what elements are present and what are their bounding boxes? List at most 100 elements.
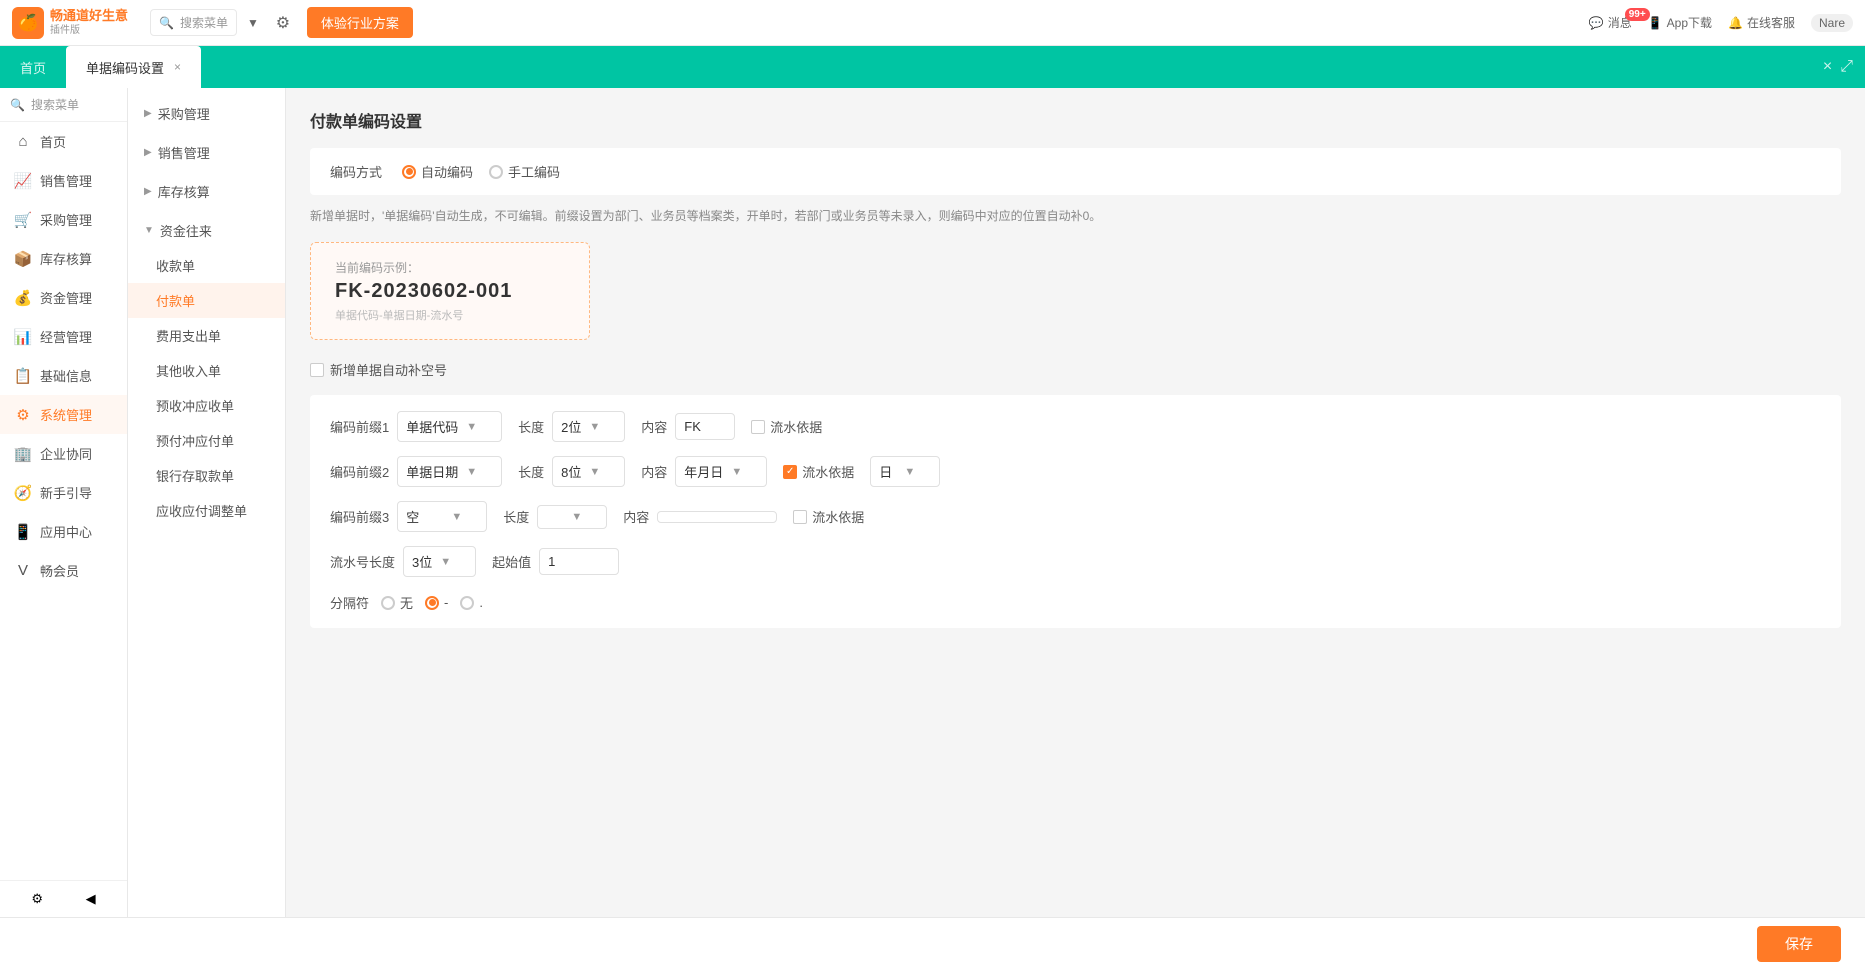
sidebar-item-purchase[interactable]: 🛒 采购管理 <box>0 200 127 239</box>
length3-select[interactable]: ▼ <box>537 505 607 529</box>
submenu-capital-label: 资金往来 <box>160 221 212 240</box>
sidebar-search[interactable]: 🔍 搜索菜单 <box>0 88 127 122</box>
sidebar-collapse-icon[interactable]: ◀ <box>86 891 96 907</box>
logo: 🍊 畅通道好生意 插件版 <box>12 7 140 39</box>
sidebar-item-guide[interactable]: 🧭 新手引导 <box>0 473 127 512</box>
prefix2-select[interactable]: 单据日期 ▼ <box>397 456 502 487</box>
sidebar-item-system[interactable]: ⚙ 系统管理 <box>0 395 127 434</box>
submenu-item-receipt[interactable]: 收款单 <box>128 248 285 283</box>
submenu-item-bank[interactable]: 银行存取款单 <box>128 458 285 493</box>
length3-arrow-icon: ▼ <box>571 511 582 523</box>
prefix2-arrow-icon: ▼ <box>466 466 477 478</box>
submenu-group-capital-header[interactable]: ▼ 资金往来 <box>128 213 285 248</box>
auto-fill-checkbox[interactable] <box>310 363 324 377</box>
sidebar-item-home[interactable]: ⌂ 首页 <box>0 122 127 161</box>
gear-button[interactable]: ⚙ <box>269 9 297 37</box>
save-button[interactable]: 保存 <box>1757 926 1841 962</box>
serial2-period-select[interactable]: 日 ▼ <box>870 456 940 487</box>
tabbar: 首页 单据编码设置 × × ⤢ <box>0 46 1865 88</box>
submenu-item-expense[interactable]: 费用支出单 <box>128 318 285 353</box>
finance-icon: 💰 <box>14 289 32 307</box>
prefix1-group: 编码前缀1 单据代码 ▼ <box>330 411 502 442</box>
tab-home[interactable]: 首页 <box>0 46 66 88</box>
member-icon: V <box>14 562 32 580</box>
submenu-item-pre-receipt[interactable]: 预收冲应收单 <box>128 388 285 423</box>
sep-dash-label: - <box>444 595 448 610</box>
submenu-group-purchase-header[interactable]: ▶ 采购管理 <box>128 96 285 131</box>
search-bar[interactable]: 🔍 搜索菜单 <box>150 9 237 36</box>
submenu-item-other-income[interactable]: 其他收入单 <box>128 353 285 388</box>
sidebar-item-app[interactable]: 📱 应用中心 <box>0 512 127 551</box>
search-icon: 🔍 <box>159 16 174 30</box>
sep-dash-radio[interactable]: - <box>425 595 448 610</box>
prefix3-select[interactable]: 空 ▼ <box>397 501 487 532</box>
sidebar-item-enterprise[interactable]: 🏢 企业协同 <box>0 434 127 473</box>
user-name[interactable]: Nare <box>1811 14 1853 32</box>
start-value-group: 起始值 1 <box>492 548 619 575</box>
submenu-sales-label: 销售管理 <box>158 143 210 162</box>
online-service-button[interactable]: 🔔 在线客服 <box>1728 14 1795 31</box>
encoding-method-box: 编码方式 自动编码 手工编码 <box>310 148 1841 195</box>
tab-encoding-settings[interactable]: 单据编码设置 × <box>66 46 201 88</box>
online-service-icon: 🔔 <box>1728 16 1743 30</box>
sidebar-item-sales[interactable]: 📈 销售管理 <box>0 161 127 200</box>
manual-encoding-radio[interactable]: 手工编码 <box>489 162 560 181</box>
enterprise-icon: 🏢 <box>14 445 32 463</box>
sep-none-label: 无 <box>400 593 413 612</box>
auto-encoding-radio[interactable]: 自动编码 <box>402 162 473 181</box>
sidebar-item-operation[interactable]: 📊 经营管理 <box>0 317 127 356</box>
serial1-checkbox[interactable] <box>751 420 765 434</box>
serial2-period-arrow-icon: ▼ <box>904 466 915 478</box>
start-value-input[interactable]: 1 <box>539 548 619 575</box>
sidebar-item-finance[interactable]: 💰 资金管理 <box>0 278 127 317</box>
content2-group: 内容 年月日 ▼ <box>641 456 767 487</box>
length1-label: 长度 <box>518 417 544 436</box>
submenu-item-adjustment[interactable]: 应收应付调整单 <box>128 493 285 528</box>
main-layout: 🔍 搜索菜单 ⌂ 首页 📈 销售管理 🛒 采购管理 📦 库存核算 💰 资金管理 … <box>0 88 1865 917</box>
sidebar-enterprise-label: 企业协同 <box>40 444 92 463</box>
sep-none-circle <box>381 596 395 610</box>
sidebar-sales-label: 销售管理 <box>40 171 92 190</box>
sep-dot-radio[interactable]: . <box>460 595 483 610</box>
length1-select[interactable]: 2位 ▼ <box>552 411 625 442</box>
form-row-2: 编码前缀2 单据日期 ▼ 长度 8位 ▼ 内容 年月日 <box>330 456 1821 487</box>
sidebar-item-member[interactable]: V 畅会员 <box>0 551 127 590</box>
message-button[interactable]: 💬 消息 99+ <box>1589 14 1632 31</box>
length2-select[interactable]: 8位 ▼ <box>552 456 625 487</box>
length3-label: 长度 <box>503 507 529 526</box>
serial-length-value: 3位 <box>412 552 432 571</box>
nav-dropdown[interactable]: ▼ <box>247 16 259 30</box>
tab-close-window-icon[interactable]: × <box>1823 58 1832 76</box>
prefix1-select[interactable]: 单据代码 ▼ <box>397 411 502 442</box>
code-preview-value: FK-20230602-001 <box>335 280 565 303</box>
manual-encoding-circle <box>489 165 503 179</box>
app-download-button[interactable]: 📱 App下载 <box>1648 14 1712 31</box>
serial2-checkbox[interactable]: ✓ <box>783 465 797 479</box>
trial-button[interactable]: 体验行业方案 <box>307 7 413 38</box>
submenu-group-sales-header[interactable]: ▶ 销售管理 <box>128 135 285 170</box>
dropdown-arrow-icon: ▼ <box>247 16 259 30</box>
tab-encoding-label: 单据编码设置 <box>86 58 164 77</box>
sidebar-item-inventory[interactable]: 📦 库存核算 <box>0 239 127 278</box>
content2-arrow-icon: ▼ <box>731 466 742 478</box>
inventory-icon: 📦 <box>14 250 32 268</box>
sep-none-radio[interactable]: 无 <box>381 593 413 612</box>
sidebar-guide-label: 新手引导 <box>40 483 92 502</box>
submenu-item-pre-payment[interactable]: 预付冲应付单 <box>128 423 285 458</box>
sidebar-settings-icon[interactable]: ⚙ <box>31 891 43 907</box>
sidebar-item-basic[interactable]: 📋 基础信息 <box>0 356 127 395</box>
content2-select[interactable]: 年月日 ▼ <box>675 456 767 487</box>
submenu-group-inventory-header[interactable]: ▶ 库存核算 <box>128 174 285 209</box>
sidebar-basic-label: 基础信息 <box>40 366 92 385</box>
prefix3-label: 编码前缀3 <box>330 507 389 526</box>
encoding-radio-group: 自动编码 手工编码 <box>402 162 560 181</box>
content-area: 付款单编码设置 编码方式 自动编码 手工编码 新增单据时，'单据编码'自动生成，… <box>286 88 1865 917</box>
serial3-checkbox[interactable] <box>793 510 807 524</box>
tab-maximize-icon[interactable]: ⤢ <box>1840 58 1853 76</box>
length1-arrow-icon: ▼ <box>589 421 600 433</box>
submenu-item-payment[interactable]: 付款单 <box>128 283 285 318</box>
tab-close-icon[interactable]: × <box>174 60 181 74</box>
topbar: 🍊 畅通道好生意 插件版 🔍 搜索菜单 ▼ ⚙ 体验行业方案 💬 消息 99+ … <box>0 0 1865 46</box>
logo-main: 畅通道好生意 <box>50 8 128 25</box>
serial-length-select[interactable]: 3位 ▼ <box>403 546 476 577</box>
